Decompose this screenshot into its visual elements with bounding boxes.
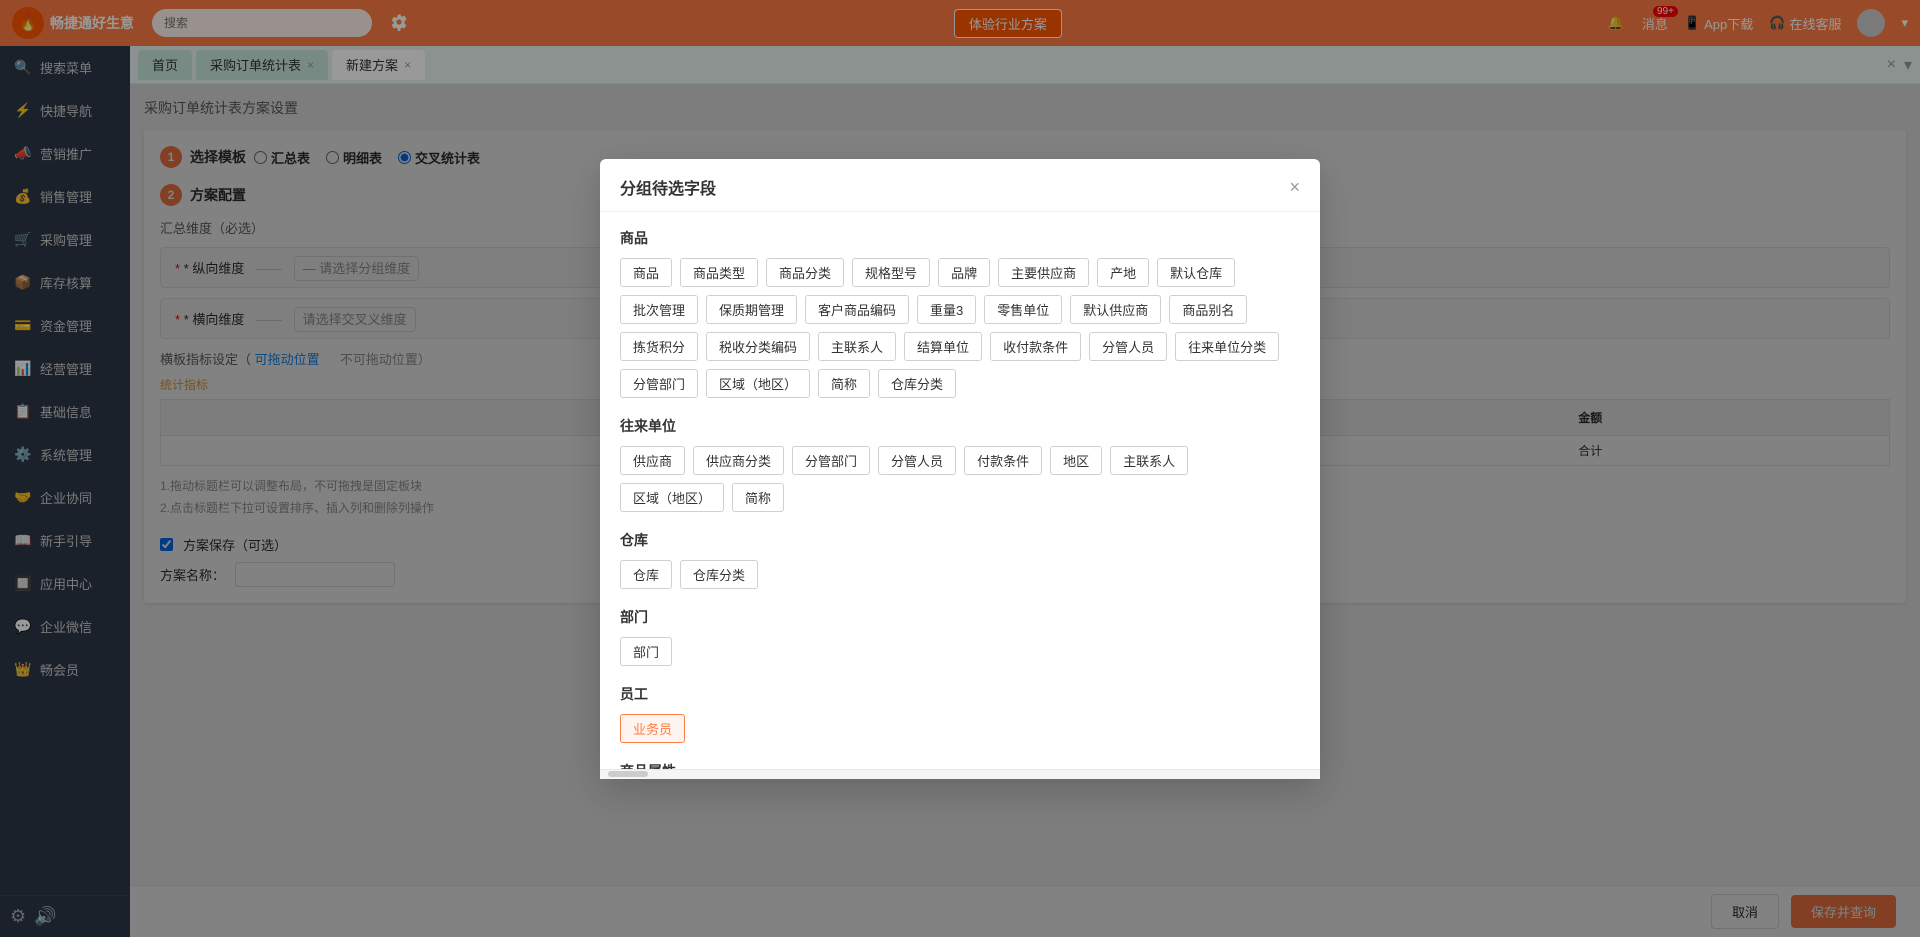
hscroll-thumb bbox=[608, 771, 648, 777]
tag-product-type[interactable]: 商品类型 bbox=[680, 258, 758, 287]
modal-title: 分组待选字段 bbox=[620, 175, 716, 199]
section-department-title: 部门 bbox=[620, 607, 1300, 627]
tag-alias[interactable]: 商品别名 bbox=[1169, 295, 1247, 324]
tag-product[interactable]: 商品 bbox=[620, 258, 672, 287]
tag-salesperson[interactable]: 业务员 bbox=[620, 714, 685, 743]
tag-area[interactable]: 地区 bbox=[1050, 446, 1102, 475]
tag-brand[interactable]: 品牌 bbox=[938, 258, 990, 287]
tag-customer-code[interactable]: 客户商品编码 bbox=[805, 295, 909, 324]
tag-supplier-cat[interactable]: 供应商分类 bbox=[693, 446, 784, 475]
section-product: 商品 商品 商品类型 商品分类 规格型号 品牌 主要供应商 产地 默认仓库 批次… bbox=[620, 228, 1300, 398]
tag-default-supplier[interactable]: 默认供应商 bbox=[1070, 295, 1161, 324]
section-employee: 员工 业务员 bbox=[620, 684, 1300, 743]
section-product-title: 商品 bbox=[620, 228, 1300, 248]
tag-origin[interactable]: 产地 bbox=[1097, 258, 1149, 287]
tag-manage-dept[interactable]: 分管部门 bbox=[620, 369, 698, 398]
modal-overlay: 分组待选字段 × 商品 商品 商品类型 商品分类 规格型号 品牌 主要供应商 产… bbox=[0, 0, 1920, 937]
tag-batch-mgmt[interactable]: 批次管理 bbox=[620, 295, 698, 324]
section-department: 部门 部门 bbox=[620, 607, 1300, 666]
tag-main-contact2[interactable]: 主联系人 bbox=[1110, 446, 1188, 475]
section-partner: 往来单位 供应商 供应商分类 分管部门 分管人员 付款条件 地区 主联系人 区域… bbox=[620, 416, 1300, 512]
section-warehouse-title: 仓库 bbox=[620, 530, 1300, 550]
tag-settle-unit[interactable]: 结算单位 bbox=[904, 332, 982, 361]
tag-default-warehouse[interactable]: 默认仓库 bbox=[1157, 258, 1235, 287]
employee-tags: 业务员 bbox=[620, 714, 1300, 743]
tag-main-supplier[interactable]: 主要供应商 bbox=[998, 258, 1089, 287]
tag-short-name2[interactable]: 简称 bbox=[732, 483, 784, 512]
section-employee-title: 员工 bbox=[620, 684, 1300, 704]
warehouse-tags: 仓库 仓库分类 bbox=[620, 560, 1300, 589]
tag-supervisor2[interactable]: 分管人员 bbox=[878, 446, 956, 475]
tag-shelf-life[interactable]: 保质期管理 bbox=[706, 295, 797, 324]
modal-body[interactable]: 商品 商品 商品类型 商品分类 规格型号 品牌 主要供应商 产地 默认仓库 批次… bbox=[600, 212, 1320, 769]
tag-pick-points[interactable]: 拣货积分 bbox=[620, 332, 698, 361]
tag-product-category[interactable]: 商品分类 bbox=[766, 258, 844, 287]
section-partner-title: 往来单位 bbox=[620, 416, 1300, 436]
tag-weight[interactable]: 重量3 bbox=[917, 295, 976, 324]
tag-supplier[interactable]: 供应商 bbox=[620, 446, 685, 475]
section-product-attr-title: 商品属性 bbox=[620, 761, 1300, 769]
tag-warehouse-category[interactable]: 仓库分类 bbox=[680, 560, 758, 589]
tag-short-name[interactable]: 简称 bbox=[818, 369, 870, 398]
tag-retail-unit[interactable]: 零售单位 bbox=[984, 295, 1062, 324]
product-tags: 商品 商品类型 商品分类 规格型号 品牌 主要供应商 产地 默认仓库 批次管理 … bbox=[620, 258, 1300, 398]
tag-warehouse-cat[interactable]: 仓库分类 bbox=[878, 369, 956, 398]
section-product-attr: 商品属性 属性 颜色 多规格 尺码 鞋码 1 bbox=[620, 761, 1300, 769]
tag-region[interactable]: 区域（地区） bbox=[706, 369, 810, 398]
tag-pay-terms[interactable]: 付款条件 bbox=[964, 446, 1042, 475]
tag-department[interactable]: 部门 bbox=[620, 637, 672, 666]
modal-header: 分组待选字段 × bbox=[600, 159, 1320, 212]
modal: 分组待选字段 × 商品 商品 商品类型 商品分类 规格型号 品牌 主要供应商 产… bbox=[600, 159, 1320, 779]
tag-warehouse[interactable]: 仓库 bbox=[620, 560, 672, 589]
tag-partner-category[interactable]: 往来单位分类 bbox=[1175, 332, 1279, 361]
partner-tags: 供应商 供应商分类 分管部门 分管人员 付款条件 地区 主联系人 区域（地区） … bbox=[620, 446, 1300, 512]
modal-hscroll[interactable] bbox=[600, 769, 1320, 779]
tag-tax-code[interactable]: 税收分类编码 bbox=[706, 332, 810, 361]
tag-spec-model[interactable]: 规格型号 bbox=[852, 258, 930, 287]
section-warehouse: 仓库 仓库 仓库分类 bbox=[620, 530, 1300, 589]
tag-region2[interactable]: 区域（地区） bbox=[620, 483, 724, 512]
tag-main-contact[interactable]: 主联系人 bbox=[818, 332, 896, 361]
modal-close-icon[interactable]: × bbox=[1289, 178, 1300, 196]
department-tags: 部门 bbox=[620, 637, 1300, 666]
tag-supervisor[interactable]: 分管人员 bbox=[1089, 332, 1167, 361]
tag-payment-terms[interactable]: 收付款条件 bbox=[990, 332, 1081, 361]
tag-manage-dept2[interactable]: 分管部门 bbox=[792, 446, 870, 475]
